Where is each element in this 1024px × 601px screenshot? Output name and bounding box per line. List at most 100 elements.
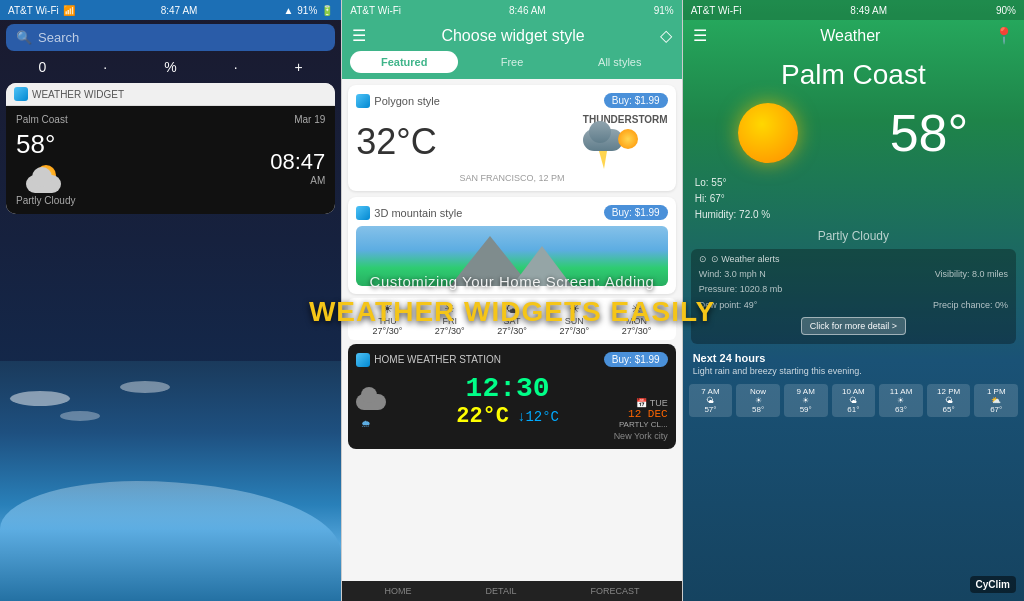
tab-featured[interactable]: Featured	[350, 51, 458, 73]
cloud-rain-icon: 🌧	[356, 394, 396, 429]
phone3-title: Weather	[820, 27, 880, 45]
storm-icon	[583, 129, 638, 169]
hour-1pm: 1 PM ⛅ 67°	[974, 384, 1018, 417]
hour-11am-time: 11 AM	[884, 387, 918, 396]
tab-all-styles[interactable]: All styles	[566, 51, 674, 73]
phone1-ampm: AM	[270, 175, 325, 186]
hour-now-time: Now	[741, 387, 775, 396]
phone3-next24: Next 24 hours Light rain and breezy star…	[683, 348, 1024, 380]
phone3-dew: Dew point: 49°	[699, 298, 758, 313]
weather-widget-icon	[14, 87, 28, 101]
search-icon: 🔍	[16, 30, 32, 45]
phone3-status-bar: AT&T Wi-Fi 8:49 AM 90%	[683, 0, 1024, 20]
nav-detail[interactable]: DETAIL	[486, 586, 517, 596]
forecast-mon-temp: 27°/30°	[622, 326, 652, 336]
phone1: AT&T Wi-Fi 📶 8:47 AM ▲ 91% 🔋 🔍 Search 0 …	[0, 0, 341, 601]
hour-now: Now ☀ 58°	[736, 384, 780, 417]
polygon-icon	[356, 94, 370, 108]
phone1-weather-card: Palm Coast Mar 19 58° Partly Cloudy 08:4…	[6, 106, 335, 214]
hour-12pm: 12 PM 🌤 65°	[927, 384, 971, 417]
hour-10am-temp: 61°	[837, 405, 871, 414]
phone2-card3-title: HOME WEATHER STATION	[374, 354, 501, 365]
cyclim-badge: CyClim	[970, 576, 1016, 593]
forecast-sun-temp: 27°/30°	[559, 326, 589, 336]
hour-1pm-temp: 67°	[979, 405, 1013, 414]
forecast-fri-day: FRI	[435, 316, 465, 326]
phone1-percent: %	[164, 59, 176, 75]
phone3-wind: Wind: 3.0 mph N	[699, 267, 766, 282]
phone2-card2-buy[interactable]: Buy: $1.99	[604, 205, 668, 220]
digital-date-day: 📅 TUE	[619, 398, 668, 408]
diamond-icon: ◇	[660, 26, 672, 45]
location-pin-icon[interactable]: 📍	[994, 26, 1014, 45]
phone1-wifi-icon: 📶	[63, 5, 75, 16]
digital-date: 12 DEC	[619, 408, 668, 420]
forecast-mon-day: MON	[622, 316, 652, 326]
phone3-temperature: 58°	[890, 103, 969, 163]
phone2-card1-temp: 32°C	[356, 121, 436, 163]
forecast-fri: ☀ FRI 27°/30°	[435, 302, 465, 336]
digital-temperature: 22°C	[456, 404, 509, 429]
phone2-time: 8:46 AM	[509, 5, 546, 16]
more-detail-button[interactable]: Click for more detail >	[801, 317, 906, 335]
nav-home[interactable]: HOME	[384, 586, 411, 596]
phone2-card1: Polygon style Buy: $1.99 32°C THUNDERSTO…	[348, 85, 675, 191]
phone2-title: Choose widget style	[441, 27, 584, 45]
tab-free[interactable]: Free	[458, 51, 566, 73]
phone1-date: Mar 19	[294, 114, 325, 125]
phone2-forecast: ☀ THU 27°/30° ☀ FRI 27°/30° 🌤 SAT 27°/30…	[348, 298, 675, 340]
forecast-fri-temp: 27°/30°	[435, 326, 465, 336]
phone3-visibility: Visibility: 8.0 miles	[935, 267, 1008, 282]
phone2-card1-title: Polygon style	[374, 95, 439, 107]
digital-clock: 12:30	[456, 373, 559, 404]
phone1-dot2: ·	[234, 59, 238, 75]
phone3-condition: Partly Cloudy	[683, 227, 1024, 245]
wave	[0, 481, 341, 601]
hour-10am-time: 10 AM	[837, 387, 871, 396]
phone1-widget: WEATHER WIDGET Palm Coast Mar 19 58° Par…	[6, 83, 335, 214]
mountain-peak2	[512, 246, 572, 286]
hour-7am-time: 7 AM	[694, 387, 728, 396]
phone3-battery: 90%	[996, 5, 1016, 16]
hour-7am-temp: 57°	[694, 405, 728, 414]
phone1-search-bar[interactable]: 🔍 Search	[6, 24, 335, 51]
alert-icon: ⊙	[699, 254, 707, 264]
digital-temperature2: ↓12°C	[517, 409, 559, 425]
hour-1pm-time: 1 PM	[979, 387, 1013, 396]
home-weather-icon	[356, 353, 370, 367]
phone3-lo: Lo: 55°	[695, 175, 1012, 191]
forecast-mon: ☀ MON 27°/30°	[622, 302, 652, 336]
phone3-pressure: Pressure: 1020.8 mb	[699, 282, 783, 297]
phone3-weather-alerts: ⊙ ⊙ Weather alerts Wind: 3.0 mph N Visib…	[691, 249, 1016, 344]
phone1-plus: +	[295, 59, 303, 75]
hamburger-icon-p3[interactable]: ☰	[693, 26, 707, 45]
nav-forecast[interactable]: FORECAST	[591, 586, 640, 596]
phone1-carrier: AT&T Wi-Fi	[8, 5, 59, 16]
phone2-status-bar: AT&T Wi-Fi 8:46 AM 91%	[342, 0, 681, 20]
phone1-battery: 91%	[297, 5, 317, 16]
phone2-card1-footer: SAN FRANCISCO, 12 PM	[356, 173, 667, 183]
phone3-header: ☰ Weather 📍	[683, 20, 1024, 51]
phone2-card1-buy[interactable]: Buy: $1.99	[604, 93, 668, 108]
phone1-time: 8:47 AM	[161, 5, 198, 16]
screenshots-grid: AT&T Wi-Fi 📶 8:47 AM ▲ 91% 🔋 🔍 Search 0 …	[0, 0, 1024, 601]
forecast-thu-temp: 27°/30°	[373, 326, 403, 336]
hour-12pm-time: 12 PM	[932, 387, 966, 396]
phone2-card2: 3D mountain style Buy: $1.99	[348, 197, 675, 294]
hour-7am: 7 AM 🌤 57°	[689, 384, 733, 417]
hour-9am-temp: 59°	[789, 405, 823, 414]
phone3-time: 8:49 AM	[850, 5, 887, 16]
phone2: AT&T Wi-Fi 8:46 AM 91% ☰ Choose widget s…	[341, 0, 682, 601]
phone3-humidity: Humidity: 72.0 %	[695, 207, 1012, 223]
phone2-tabs: Featured Free All styles	[342, 51, 681, 79]
hour-9am-time: 9 AM	[789, 387, 823, 396]
phone3-main-weather: 58°	[683, 95, 1024, 171]
phone1-dot: ·	[103, 59, 107, 75]
phone2-card3-buy[interactable]: Buy: $1.99	[604, 352, 668, 367]
mountain-icon	[356, 206, 370, 220]
phone1-description: Partly Cloudy	[16, 195, 75, 206]
forecast-sun: ☀ SUN 27°/30°	[559, 302, 589, 336]
phone1-location: Palm Coast	[16, 114, 68, 125]
card3-condition: PARTLY CL...	[619, 420, 668, 429]
hamburger-icon[interactable]: ☰	[352, 26, 366, 45]
